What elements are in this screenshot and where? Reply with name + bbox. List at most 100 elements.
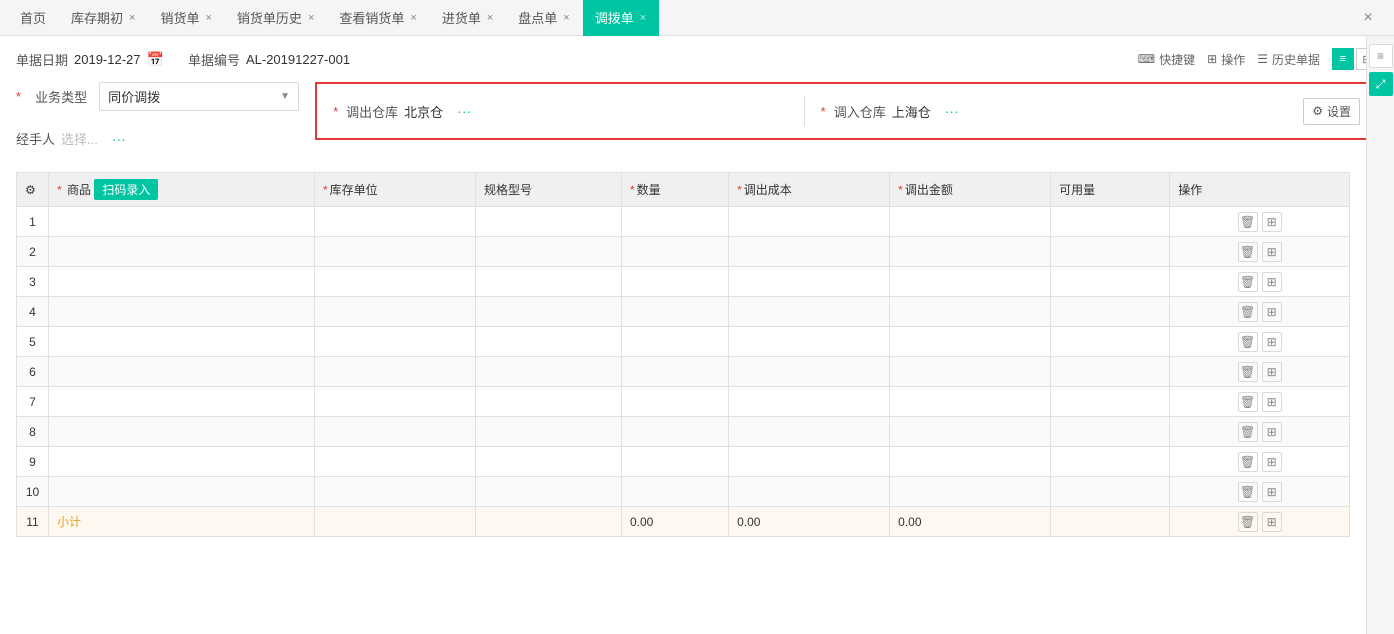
- cell-product[interactable]: [49, 267, 315, 297]
- cell-amount[interactable]: [890, 387, 1051, 417]
- tab-close-inventory-init[interactable]: ×: [129, 12, 135, 24]
- tab-close-transfer-order[interactable]: ×: [640, 12, 646, 24]
- cell-spec[interactable]: [475, 207, 621, 237]
- copy-icon[interactable]: ⊞: [1262, 362, 1282, 382]
- copy-icon[interactable]: ⊞: [1262, 392, 1282, 412]
- copy-icon[interactable]: ⊞: [1262, 212, 1282, 232]
- settings-button[interactable]: ⚙ 设置: [1303, 98, 1360, 125]
- cell-product[interactable]: [49, 327, 315, 357]
- cell-unit[interactable]: [314, 477, 475, 507]
- delete-icon[interactable]: 🗑: [1238, 242, 1258, 262]
- copy-icon[interactable]: ⊞: [1262, 512, 1282, 532]
- cell-amount[interactable]: [890, 267, 1051, 297]
- cell-quantity[interactable]: [622, 387, 729, 417]
- cell-cost[interactable]: [729, 447, 890, 477]
- cell-spec[interactable]: [475, 327, 621, 357]
- cell-quantity[interactable]: [622, 327, 729, 357]
- cell-available[interactable]: [1051, 267, 1170, 297]
- sidebar-doc-btn[interactable]: ≡: [1369, 44, 1393, 68]
- cell-product[interactable]: [49, 207, 315, 237]
- delete-icon[interactable]: 🗑: [1238, 392, 1258, 412]
- cell-unit[interactable]: [314, 357, 475, 387]
- cell-unit[interactable]: [314, 267, 475, 297]
- cell-spec[interactable]: [475, 387, 621, 417]
- shortcuts-button[interactable]: ⌨ 快捷键: [1138, 51, 1195, 68]
- tab-sales-history[interactable]: 销货单历史 ×: [225, 0, 327, 36]
- cell-unit[interactable]: [314, 327, 475, 357]
- cell-quantity[interactable]: [622, 237, 729, 267]
- personnel-input[interactable]: 选择...: [61, 129, 98, 148]
- cell-product[interactable]: [49, 357, 315, 387]
- cell-unit[interactable]: [314, 237, 475, 267]
- cell-quantity[interactable]: [622, 267, 729, 297]
- copy-icon[interactable]: ⊞: [1262, 272, 1282, 292]
- cell-available[interactable]: [1051, 207, 1170, 237]
- layout-list-icon[interactable]: ≡: [1332, 48, 1354, 70]
- delete-icon[interactable]: 🗑: [1238, 302, 1258, 322]
- cell-spec[interactable]: [475, 357, 621, 387]
- cell-quantity[interactable]: [622, 447, 729, 477]
- copy-icon[interactable]: ⊞: [1262, 482, 1282, 502]
- cell-available[interactable]: [1051, 387, 1170, 417]
- cell-available[interactable]: [1051, 477, 1170, 507]
- cell-quantity[interactable]: [622, 207, 729, 237]
- tab-close-inventory-check[interactable]: ×: [563, 12, 569, 24]
- copy-icon[interactable]: ⊞: [1262, 302, 1282, 322]
- cell-quantity[interactable]: [622, 297, 729, 327]
- tab-purchase-order[interactable]: 进货单 ×: [430, 0, 506, 36]
- cell-available[interactable]: [1051, 447, 1170, 477]
- cell-cost[interactable]: [729, 297, 890, 327]
- delete-icon[interactable]: 🗑: [1238, 482, 1258, 502]
- tab-close-sales-history[interactable]: ×: [308, 12, 314, 24]
- cell-cost[interactable]: [729, 267, 890, 297]
- tab-sales-order[interactable]: 销货单 ×: [148, 0, 224, 36]
- delete-icon[interactable]: 🗑: [1238, 422, 1258, 442]
- copy-icon[interactable]: ⊞: [1262, 242, 1282, 262]
- cell-unit[interactable]: [314, 417, 475, 447]
- cell-quantity[interactable]: [622, 417, 729, 447]
- cell-cost[interactable]: [729, 327, 890, 357]
- cell-cost[interactable]: [729, 207, 890, 237]
- cell-unit[interactable]: [314, 387, 475, 417]
- cell-spec[interactable]: [475, 477, 621, 507]
- cell-available[interactable]: [1051, 237, 1170, 267]
- cell-unit[interactable]: [314, 297, 475, 327]
- in-warehouse-more-btn[interactable]: ···: [937, 103, 967, 119]
- delete-icon[interactable]: 🗑: [1238, 362, 1258, 382]
- delete-icon[interactable]: 🗑: [1238, 452, 1258, 472]
- copy-icon[interactable]: ⊞: [1262, 452, 1282, 472]
- delete-icon[interactable]: 🗑: [1238, 212, 1258, 232]
- history-button[interactable]: ☰ 历史单据: [1257, 51, 1320, 68]
- out-warehouse-more-btn[interactable]: ···: [449, 103, 479, 119]
- cell-amount[interactable]: [890, 327, 1051, 357]
- col-settings-header[interactable]: ⚙: [17, 173, 49, 207]
- cell-cost[interactable]: [729, 237, 890, 267]
- cell-product[interactable]: [49, 297, 315, 327]
- cell-spec[interactable]: [475, 237, 621, 267]
- tab-view-sales[interactable]: 查看销货单 ×: [327, 0, 429, 36]
- cell-spec[interactable]: [475, 297, 621, 327]
- delete-icon[interactable]: 🗑: [1238, 512, 1258, 532]
- tab-home[interactable]: 首页: [8, 0, 59, 36]
- cell-product[interactable]: [49, 477, 315, 507]
- delete-icon[interactable]: 🗑: [1238, 332, 1258, 352]
- cell-product[interactable]: [49, 387, 315, 417]
- cell-available[interactable]: [1051, 357, 1170, 387]
- cell-amount[interactable]: [890, 207, 1051, 237]
- scan-button[interactable]: 扫码录入: [94, 179, 158, 200]
- tab-inventory-check[interactable]: 盘点单 ×: [506, 0, 582, 36]
- operations-button[interactable]: ⊞ 操作: [1207, 51, 1245, 68]
- copy-icon[interactable]: ⊞: [1262, 422, 1282, 442]
- cell-cost[interactable]: [729, 417, 890, 447]
- calendar-icon[interactable]: 📅: [147, 51, 164, 68]
- tab-transfer-order[interactable]: 调拨单 ×: [583, 0, 659, 36]
- copy-icon[interactable]: ⊞: [1262, 332, 1282, 352]
- cell-amount[interactable]: [890, 417, 1051, 447]
- tab-inventory-init[interactable]: 库存期初 ×: [59, 0, 148, 36]
- cell-available[interactable]: [1051, 327, 1170, 357]
- cell-amount[interactable]: [890, 477, 1051, 507]
- tab-close-view-sales[interactable]: ×: [410, 12, 416, 24]
- personnel-more-btn[interactable]: ···: [104, 131, 134, 147]
- cell-unit[interactable]: [314, 447, 475, 477]
- cell-spec[interactable]: [475, 267, 621, 297]
